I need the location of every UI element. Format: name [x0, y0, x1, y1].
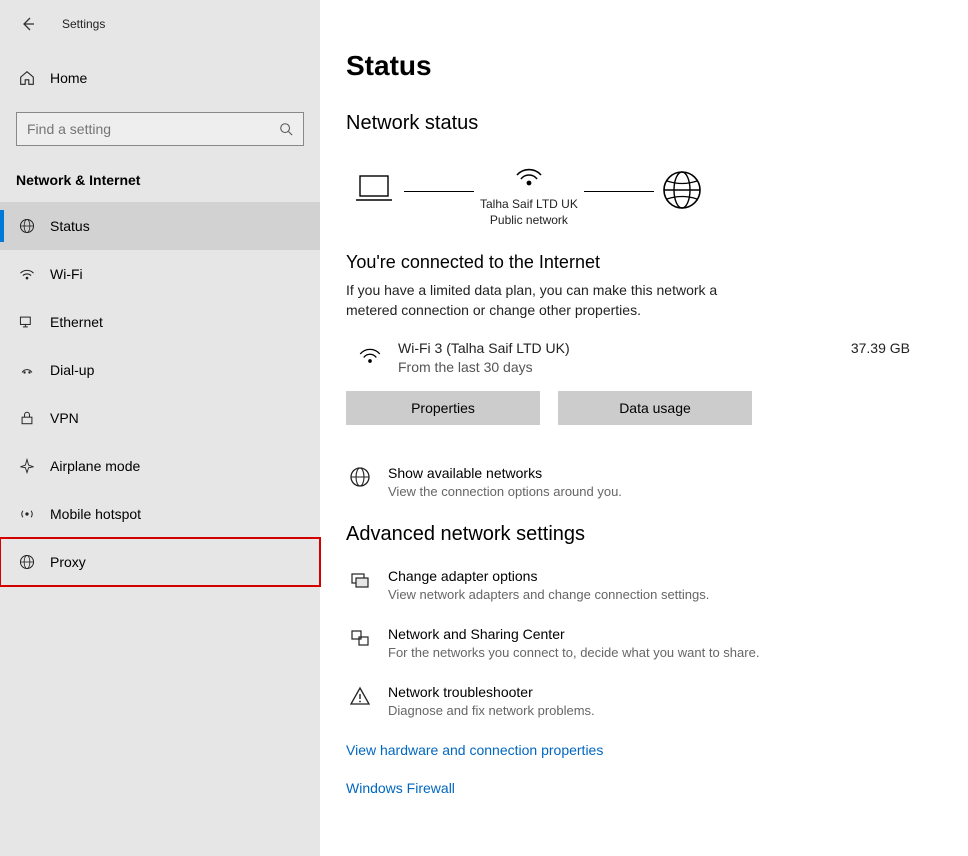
- home-icon: [18, 69, 36, 87]
- network-diagram: Talha Saif LTD UK Public network: [346, 151, 928, 228]
- sidebar-item-label: Ethernet: [50, 314, 103, 330]
- diagram-ssid-name: Talha Saif LTD UK: [480, 197, 578, 213]
- sidebar-category: Network & Internet: [0, 154, 320, 202]
- dialup-icon: [18, 361, 46, 379]
- ethernet-icon: [18, 313, 46, 331]
- advanced-heading: Advanced network settings: [346, 523, 928, 546]
- search-icon: [279, 122, 293, 136]
- sidebar-home[interactable]: Home: [0, 56, 320, 100]
- troubleshooter-sub: Diagnose and fix network problems.: [388, 703, 595, 718]
- network-sub: From the last 30 days: [398, 359, 851, 375]
- diagram-net-type: Public network: [480, 213, 578, 229]
- globe-icon: [18, 553, 46, 571]
- warning-icon: [349, 685, 371, 707]
- sidebar-item-label: Status: [50, 218, 90, 234]
- globe-icon: [660, 168, 704, 212]
- search-box[interactable]: [16, 112, 304, 146]
- sidebar-item-label: Proxy: [50, 554, 86, 570]
- wifi-router-icon: [509, 151, 549, 191]
- adapter-title: Change adapter options: [388, 568, 709, 584]
- wifi-icon: [356, 340, 384, 368]
- laptop-icon: [350, 170, 398, 210]
- sidebar-item-label: Airplane mode: [50, 458, 140, 474]
- diagram-line-2: [584, 191, 654, 192]
- sidebar-item-wi-fi[interactable]: Wi-Fi: [0, 250, 320, 298]
- troubleshooter-title: Network troubleshooter: [388, 684, 595, 700]
- arrow-left-icon: [20, 16, 36, 32]
- wifi-icon: [18, 265, 46, 283]
- sidebar-item-mobile-hotspot[interactable]: Mobile hotspot: [0, 490, 320, 538]
- sharing-sub: For the networks you connect to, decide …: [388, 645, 759, 660]
- connected-heading: You're connected to the Internet: [346, 252, 928, 273]
- sidebar-item-proxy[interactable]: Proxy: [0, 538, 320, 586]
- adapter-icon: [349, 569, 371, 591]
- diagram-router: Talha Saif LTD UK Public network: [480, 151, 578, 228]
- sharing-title: Network and Sharing Center: [388, 626, 759, 642]
- sharing-center-link[interactable]: Network and Sharing Center For the netwo…: [346, 626, 928, 660]
- sidebar-item-label: Mobile hotspot: [50, 506, 141, 522]
- window-title: Settings: [62, 17, 105, 31]
- back-button[interactable]: [8, 4, 48, 44]
- show-networks-link[interactable]: Show available networks View the connect…: [346, 465, 928, 499]
- adapter-sub: View network adapters and change connect…: [388, 587, 709, 602]
- sidebar-nav: Status Wi-Fi Ethernet Dial-up VPN Airplane mo…: [0, 202, 320, 586]
- hardware-properties-link[interactable]: View hardware and connection properties: [346, 742, 928, 758]
- vpn-icon: [18, 409, 46, 427]
- diagram-line-1: [404, 191, 474, 192]
- diagram-device: [350, 170, 398, 210]
- main-content: Status Network status Talha Saif LTD UK …: [320, 0, 968, 856]
- data-usage-button[interactable]: Data usage: [558, 391, 752, 425]
- titlebar: Settings: [0, 0, 320, 48]
- settings-sidebar: Settings Home Network & Internet Status W…: [0, 0, 320, 856]
- network-name: Wi-Fi 3 (Talha Saif LTD UK): [398, 340, 851, 356]
- status-icon: [18, 217, 46, 235]
- sidebar-item-dial-up[interactable]: Dial-up: [0, 346, 320, 394]
- show-networks-sub: View the connection options around you.: [388, 484, 622, 499]
- diagram-globe: [660, 168, 704, 212]
- data-usage-value: 37.39 GB: [851, 340, 910, 356]
- sidebar-item-airplane-mode[interactable]: Airplane mode: [0, 442, 320, 490]
- sidebar-item-label: Wi-Fi: [50, 266, 83, 282]
- sidebar-home-label: Home: [50, 70, 87, 86]
- windows-firewall-link[interactable]: Windows Firewall: [346, 780, 928, 796]
- hotspot-icon: [18, 505, 46, 523]
- search-input[interactable]: [27, 121, 279, 137]
- properties-button[interactable]: Properties: [346, 391, 540, 425]
- sidebar-item-label: Dial-up: [50, 362, 94, 378]
- sidebar-item-status[interactable]: Status: [0, 202, 320, 250]
- page-title: Status: [346, 50, 928, 82]
- sidebar-item-label: VPN: [50, 410, 79, 426]
- adapter-options-link[interactable]: Change adapter options View network adap…: [346, 568, 928, 602]
- airplane-icon: [18, 457, 46, 475]
- network-status-heading: Network status: [346, 112, 928, 135]
- network-detail: Wi-Fi 3 (Talha Saif LTD UK) From the las…: [346, 336, 928, 385]
- sidebar-item-vpn[interactable]: VPN: [0, 394, 320, 442]
- sharing-icon: [349, 627, 371, 649]
- sidebar-item-ethernet[interactable]: Ethernet: [0, 298, 320, 346]
- troubleshooter-link[interactable]: Network troubleshooter Diagnose and fix …: [346, 684, 928, 718]
- connected-description: If you have a limited data plan, you can…: [346, 281, 756, 320]
- globe-small-icon: [349, 466, 371, 488]
- show-networks-title: Show available networks: [388, 465, 622, 481]
- diagram-ssid: Talha Saif LTD UK Public network: [480, 197, 578, 228]
- button-row: Properties Data usage: [346, 391, 928, 425]
